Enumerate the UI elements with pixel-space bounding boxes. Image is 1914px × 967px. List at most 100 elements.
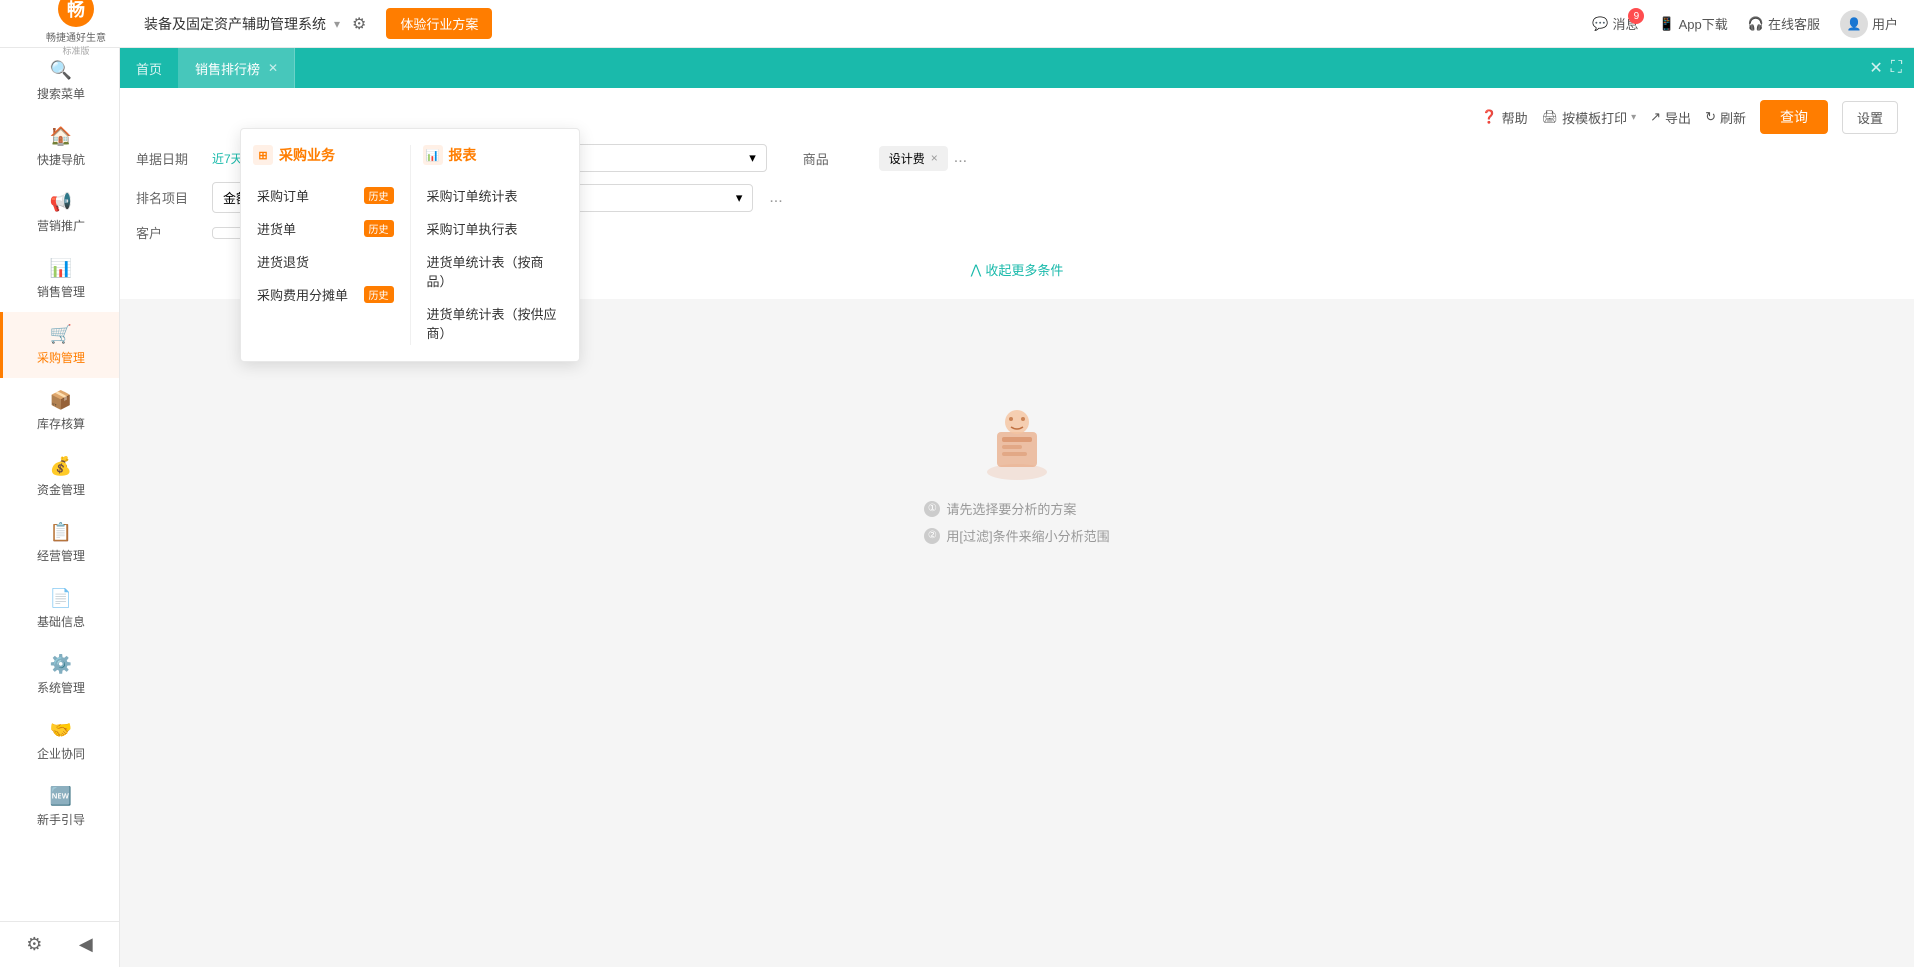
status-select-arrow: ▾ bbox=[749, 150, 756, 166]
purchase-title-icon: ⊞ bbox=[253, 145, 273, 165]
sidebar-label-system: 系统管理 bbox=[37, 679, 85, 696]
sidebar-label-quick-nav: 快捷导航 bbox=[37, 151, 85, 168]
date-label: 单据日期 bbox=[136, 149, 196, 168]
user-item[interactable]: 👤 用户 bbox=[1840, 10, 1898, 38]
sidebar-label-guide: 新手引导 bbox=[37, 811, 85, 828]
export-button[interactable]: ↗ 导出 bbox=[1650, 108, 1691, 127]
sidebar-label-operations: 经营管理 bbox=[37, 547, 85, 564]
dropdown-item-purchase-expense[interactable]: 采购费用分摊单 历史 bbox=[253, 278, 398, 311]
tab-sales-rank[interactable]: 销售排行榜 ✕ bbox=[179, 48, 295, 88]
print-button[interactable]: 🖨 按模板打印 ▾ bbox=[1542, 108, 1637, 127]
refresh-icon: ↻ bbox=[1705, 109, 1716, 125]
dropdown-menu: ⊞ 采购业务 采购订单 历史 进货单 历史 进 bbox=[240, 128, 580, 362]
sidebar-item-system[interactable]: ⚙️ 系统管理 bbox=[0, 642, 119, 708]
query-button[interactable]: 查询 bbox=[1760, 100, 1828, 134]
rank-label: 排名项目 bbox=[136, 188, 196, 207]
system-settings-icon[interactable]: ⚙ bbox=[348, 10, 370, 38]
empty-text-area: ① 请先选择要分析的方案 ② 用[过滤]条件来缩小分析范围 bbox=[924, 499, 1109, 545]
sidebar-item-guide[interactable]: 🆕 新手引导 bbox=[0, 774, 119, 840]
dropdown-columns: ⊞ 采购业务 采购订单 历史 进货单 历史 进 bbox=[241, 141, 579, 349]
sidebar-item-purchase[interactable]: 🛒 采购管理 bbox=[0, 312, 119, 378]
dropdown-report-col: 📊 报表 采购订单统计表 采购订单执行表 进货单统计表（按商品） bbox=[411, 141, 580, 349]
dropdown-item-purchase-order[interactable]: 采购订单 历史 bbox=[253, 179, 398, 212]
tab-expand-icon[interactable]: ⛶ bbox=[1891, 59, 1902, 77]
logo-area: 畅 畅捷通好生意 标准版 bbox=[16, 0, 136, 57]
help-button[interactable]: ❓ 帮助 bbox=[1481, 108, 1527, 127]
dropdown-item-report-1[interactable]: 采购订单执行表 bbox=[423, 212, 568, 245]
export-icon: ↗ bbox=[1650, 109, 1661, 125]
system-title-area: 装备及固定资产辅助管理系统 ▾ ⚙ 体验行业方案 bbox=[144, 8, 1592, 39]
collapse-button[interactable]: ⋀ 收起更多条件 bbox=[971, 260, 1064, 279]
page-content: ❓ 帮助 🖨 按模板打印 ▾ ↗ 导出 ↻ 刷新 bbox=[120, 88, 1914, 967]
sidebar-item-inventory[interactable]: 📦 库存核算 bbox=[0, 378, 119, 444]
sidebar-settings-btn[interactable]: ⚙ bbox=[26, 934, 42, 955]
search-icon: 🔍 bbox=[50, 60, 72, 81]
user-avatar: 👤 bbox=[1840, 10, 1868, 38]
system-title: 装备及固定资产辅助管理系统 bbox=[144, 14, 326, 34]
dropdown-item-report-0[interactable]: 采购订单统计表 bbox=[423, 179, 568, 212]
salesman-more-icon[interactable]: ... bbox=[769, 189, 782, 207]
headset-icon: 🎧 bbox=[1748, 16, 1764, 32]
app-download-label: App下载 bbox=[1679, 14, 1728, 33]
sidebar-item-basic-info[interactable]: 📄 基础信息 bbox=[0, 576, 119, 642]
dropdown-item-report-3[interactable]: 进货单统计表（按供应商） bbox=[423, 297, 568, 349]
empty-text-2: ② 用[过滤]条件来缩小分析范围 bbox=[924, 526, 1109, 545]
settings-button[interactable]: 设置 bbox=[1842, 101, 1898, 134]
sidebar-label-marketing: 营销推广 bbox=[37, 217, 85, 234]
sidebar-item-sales[interactable]: 📊 销售管理 bbox=[0, 246, 119, 312]
goods-tag-value: 设计费 bbox=[889, 150, 925, 167]
sidebar-item-quick-nav[interactable]: 🏠 快捷导航 bbox=[0, 114, 119, 180]
refresh-button[interactable]: ↻ 刷新 bbox=[1705, 108, 1746, 127]
tab-close-all-icon[interactable]: ✕ bbox=[1869, 58, 1882, 78]
online-service-item[interactable]: 🎧 在线客服 bbox=[1748, 14, 1820, 33]
dropdown-item-purchase-receipt[interactable]: 进货单 历史 bbox=[253, 212, 398, 245]
sidebar-item-operations[interactable]: 📋 经营管理 bbox=[0, 510, 119, 576]
empty-text-1: ① 请先选择要分析的方案 bbox=[924, 499, 1109, 518]
sidebar-label-enterprise: 企业协同 bbox=[37, 745, 85, 762]
industry-button[interactable]: 体验行业方案 bbox=[386, 8, 492, 39]
goods-tag-close-icon[interactable]: × bbox=[931, 151, 938, 165]
notification-badge: 9 bbox=[1628, 8, 1644, 24]
top-header: 畅 畅捷通好生意 标准版 装备及固定资产辅助管理系统 ▾ ⚙ 体验行业方案 💬 … bbox=[0, 0, 1914, 48]
notification-icon: 💬 bbox=[1592, 16, 1608, 32]
print-dropdown-icon[interactable]: ▾ bbox=[1631, 112, 1636, 123]
salesman-select[interactable]: ▾ bbox=[553, 184, 753, 212]
report-section-title: 📊 报表 bbox=[423, 141, 568, 169]
sidebar-label-finance: 资金管理 bbox=[37, 481, 85, 498]
history-badge-1: 历史 bbox=[364, 220, 394, 237]
title-dropdown-arrow[interactable]: ▾ bbox=[334, 17, 340, 31]
tab-home-label: 首页 bbox=[136, 59, 162, 78]
notification-item[interactable]: 💬 消息 9 bbox=[1592, 14, 1638, 33]
app-download-item[interactable]: 📱 App下载 bbox=[1658, 14, 1727, 33]
content-area: 首页 销售排行榜 ✕ ✕ ⛶ ❓ 帮助 bbox=[120, 48, 1914, 967]
enterprise-icon: 🤝 bbox=[50, 720, 72, 741]
sidebar-label-purchase: 采购管理 bbox=[37, 349, 85, 366]
sidebar-collapse-btn[interactable]: ◀ bbox=[79, 934, 93, 955]
sidebar: 🔍 搜索菜单 🏠 快捷导航 📢 营销推广 📊 销售管理 🛒 采购管理 📦 库存核… bbox=[0, 48, 120, 967]
marketing-icon: 📢 bbox=[50, 192, 72, 213]
tab-bar: 首页 销售排行榜 ✕ ✕ ⛶ bbox=[120, 48, 1914, 88]
customer-label: 客户 bbox=[136, 223, 196, 242]
sidebar-item-marketing[interactable]: 📢 营销推广 bbox=[0, 180, 119, 246]
sidebar-label-basic-info: 基础信息 bbox=[37, 613, 85, 630]
collapse-up-icon: ⋀ bbox=[971, 262, 982, 278]
tab-close-icon[interactable]: ✕ bbox=[268, 61, 278, 75]
purchase-icon: 🛒 bbox=[50, 324, 72, 345]
history-badge-3: 历史 bbox=[364, 286, 394, 303]
status-select[interactable]: ▾ bbox=[567, 144, 767, 172]
logo-icon: 畅 bbox=[58, 0, 94, 27]
sidebar-bottom: ⚙ ◀ bbox=[0, 921, 119, 967]
finance-icon: 💰 bbox=[50, 456, 72, 477]
dropdown-item-purchase-return[interactable]: 进货退货 bbox=[253, 245, 398, 278]
sidebar-item-enterprise[interactable]: 🤝 企业协同 bbox=[0, 708, 119, 774]
sidebar-label-inventory: 库存核算 bbox=[37, 415, 85, 432]
step-num-2: ② bbox=[924, 528, 940, 544]
logo-text: 畅捷通好生意 标准版 bbox=[46, 29, 106, 57]
date-period-7[interactable]: 近7天 bbox=[212, 150, 243, 167]
goods-more-icon[interactable]: ... bbox=[954, 149, 967, 167]
operations-icon: 📋 bbox=[50, 522, 72, 543]
online-service-label: 在线客服 bbox=[1768, 14, 1820, 33]
dropdown-item-report-2[interactable]: 进货单统计表（按商品） bbox=[423, 245, 568, 297]
sidebar-item-search[interactable]: 🔍 搜索菜单 bbox=[0, 48, 119, 114]
sidebar-item-finance[interactable]: 💰 资金管理 bbox=[0, 444, 119, 510]
